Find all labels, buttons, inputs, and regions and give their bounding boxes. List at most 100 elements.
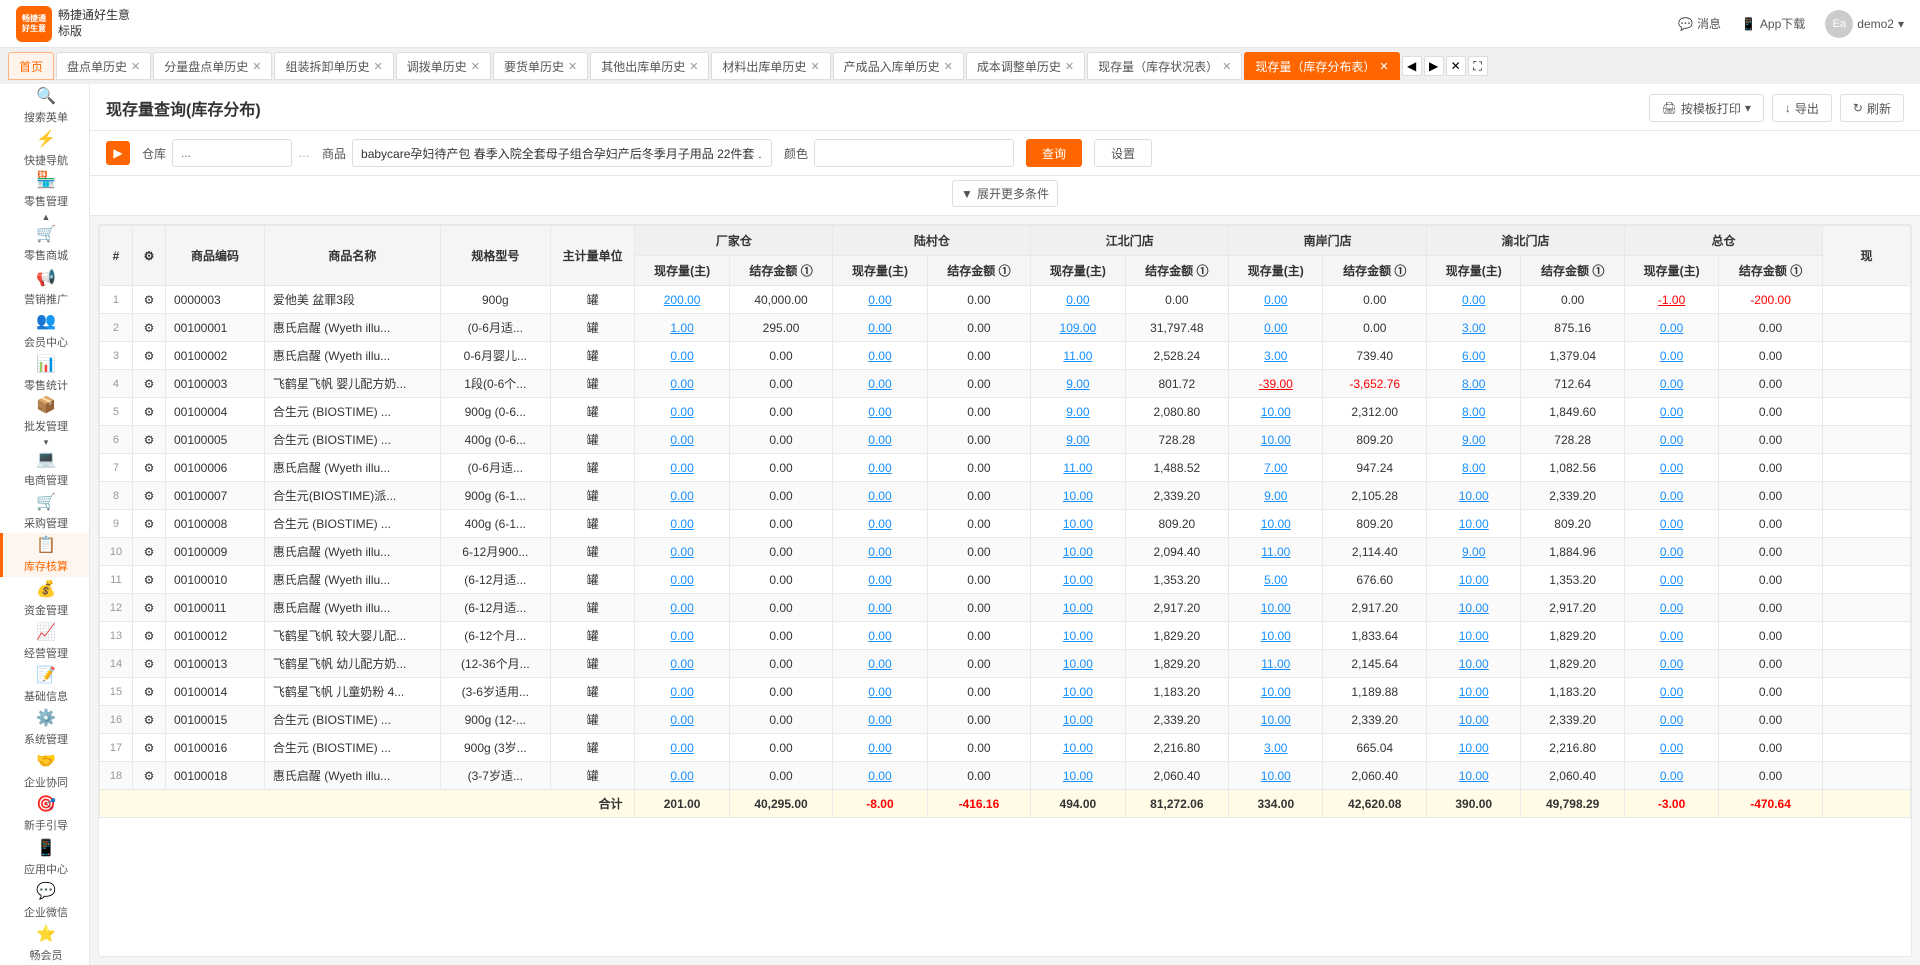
tab-home[interactable]: 首页 (8, 52, 54, 80)
row-jb-qty[interactable]: 9.00 (1031, 398, 1125, 426)
row-l-qty[interactable]: 0.00 (833, 482, 927, 510)
row-na-qty[interactable]: 3.00 (1229, 734, 1323, 762)
sidebar-item-search[interactable]: 🔍 搜索英单 (0, 84, 89, 127)
tab-7[interactable]: 材料出库单历史 ✕ (711, 52, 830, 80)
row-na-qty[interactable]: 0.00 (1229, 286, 1323, 314)
row-jb-qty[interactable]: 10.00 (1031, 594, 1125, 622)
row-gear[interactable]: ⚙ (132, 454, 165, 482)
row-f-qty[interactable]: 0.00 (635, 650, 729, 678)
row-t-qty[interactable]: 0.00 (1625, 398, 1719, 426)
row-gear[interactable]: ⚙ (132, 538, 165, 566)
row-na-qty[interactable]: 11.00 (1229, 650, 1323, 678)
row-f-qty[interactable]: 0.00 (635, 426, 729, 454)
sidebar-item-ecommerce[interactable]: 💻 电商管理 (0, 447, 89, 490)
tab-10[interactable]: 现存量（库存状况表） ✕ (1087, 52, 1242, 80)
row-l-qty[interactable]: 0.00 (833, 342, 927, 370)
tab-nav-prev[interactable]: ◀ (1402, 56, 1422, 76)
row-gear[interactable]: ⚙ (132, 650, 165, 678)
row-f-qty[interactable]: 0.00 (635, 398, 729, 426)
sidebar-item-wechat[interactable]: 💬 企业微信 (0, 879, 89, 922)
row-gear[interactable]: ⚙ (132, 370, 165, 398)
tab-close-2[interactable]: ✕ (252, 60, 261, 73)
tab-close-5[interactable]: ✕ (568, 60, 577, 73)
row-yb-qty[interactable]: 0.00 (1427, 286, 1521, 314)
user-menu[interactable]: Ea demo2 ▾ (1825, 10, 1904, 38)
sidebar-item-basic-info[interactable]: 📝 基础信息 (0, 663, 89, 706)
row-gear[interactable]: ⚙ (132, 510, 165, 538)
row-yb-qty[interactable]: 10.00 (1427, 762, 1521, 790)
row-t-qty[interactable]: -1.00 (1625, 286, 1719, 314)
tab-nav-close[interactable]: ✕ (1446, 56, 1466, 76)
row-f-qty[interactable]: 0.00 (635, 510, 729, 538)
sidebar-item-guide[interactable]: 🎯 新手引导 (0, 792, 89, 835)
row-gear[interactable]: ⚙ (132, 566, 165, 594)
row-yb-qty[interactable]: 10.00 (1427, 734, 1521, 762)
row-f-qty[interactable]: 0.00 (635, 370, 729, 398)
row-t-qty[interactable]: 0.00 (1625, 622, 1719, 650)
row-gear[interactable]: ⚙ (132, 622, 165, 650)
row-l-qty[interactable]: 0.00 (833, 734, 927, 762)
row-gear[interactable]: ⚙ (132, 314, 165, 342)
tab-close-3[interactable]: ✕ (374, 60, 383, 73)
row-na-qty[interactable]: 10.00 (1229, 678, 1323, 706)
row-gear[interactable]: ⚙ (132, 398, 165, 426)
warehouse-input[interactable] (172, 139, 292, 167)
row-t-qty[interactable]: 0.00 (1625, 426, 1719, 454)
row-f-qty[interactable]: 0.00 (635, 706, 729, 734)
tab-close-9[interactable]: ✕ (1065, 60, 1074, 73)
tab-2[interactable]: 分量盘点单历史 ✕ (153, 52, 272, 80)
row-t-qty[interactable]: 0.00 (1625, 566, 1719, 594)
row-l-qty[interactable]: 0.00 (833, 650, 927, 678)
row-na-qty[interactable]: 10.00 (1229, 510, 1323, 538)
row-l-qty[interactable]: 0.00 (833, 762, 927, 790)
row-gear[interactable]: ⚙ (132, 762, 165, 790)
row-na-qty[interactable]: 10.00 (1229, 594, 1323, 622)
row-na-qty[interactable]: 10.00 (1229, 762, 1323, 790)
sidebar-item-retail-stats[interactable]: 📊 零售统计 (0, 352, 89, 395)
row-l-qty[interactable]: 0.00 (833, 286, 927, 314)
row-t-qty[interactable]: 0.00 (1625, 482, 1719, 510)
row-yb-qty[interactable]: 10.00 (1427, 622, 1521, 650)
row-f-qty[interactable]: 0.00 (635, 622, 729, 650)
row-f-qty[interactable]: 0.00 (635, 482, 729, 510)
row-jb-qty[interactable]: 109.00 (1031, 314, 1125, 342)
row-yb-qty[interactable]: 10.00 (1427, 482, 1521, 510)
row-jb-qty[interactable]: 10.00 (1031, 734, 1125, 762)
row-t-qty[interactable]: 0.00 (1625, 650, 1719, 678)
row-gear[interactable]: ⚙ (132, 594, 165, 622)
row-f-qty[interactable]: 200.00 (635, 286, 729, 314)
row-gear[interactable]: ⚙ (132, 286, 165, 314)
settings-btn[interactable]: 设置 (1094, 139, 1152, 167)
row-yb-qty[interactable]: 10.00 (1427, 678, 1521, 706)
row-gear[interactable]: ⚙ (132, 706, 165, 734)
row-na-qty[interactable]: 9.00 (1229, 482, 1323, 510)
sidebar-item-purchase[interactable]: 🛒 采购管理 (0, 490, 89, 533)
row-f-qty[interactable]: 1.00 (635, 314, 729, 342)
row-jb-qty[interactable]: 10.00 (1031, 538, 1125, 566)
table-container[interactable]: # ⚙ 商品编码 商品名称 规格型号 主计量单位 厂家仓 陆村仓 江北门店 南岸… (98, 224, 1912, 957)
row-jb-qty[interactable]: 10.00 (1031, 510, 1125, 538)
row-yb-qty[interactable]: 8.00 (1427, 370, 1521, 398)
row-f-qty[interactable]: 0.00 (635, 566, 729, 594)
row-l-qty[interactable]: 0.00 (833, 706, 927, 734)
row-yb-qty[interactable]: 10.00 (1427, 706, 1521, 734)
tab-close-1[interactable]: ✕ (131, 60, 140, 73)
row-gear[interactable]: ⚙ (132, 426, 165, 454)
tab-1[interactable]: 盘点单历史 ✕ (56, 52, 151, 80)
row-l-qty[interactable]: 0.00 (833, 314, 927, 342)
row-l-qty[interactable]: 0.00 (833, 594, 927, 622)
row-f-qty[interactable]: 0.00 (635, 678, 729, 706)
row-f-qty[interactable]: 0.00 (635, 734, 729, 762)
tab-5[interactable]: 要货单历史 ✕ (493, 52, 588, 80)
row-t-qty[interactable]: 0.00 (1625, 454, 1719, 482)
row-jb-qty[interactable]: 9.00 (1031, 426, 1125, 454)
refresh-btn[interactable]: ↻ 刷新 (1840, 94, 1904, 122)
row-na-qty[interactable]: 10.00 (1229, 398, 1323, 426)
tab-4[interactable]: 调拨单历史 ✕ (396, 52, 491, 80)
row-yb-qty[interactable]: 9.00 (1427, 426, 1521, 454)
row-l-qty[interactable]: 0.00 (833, 622, 927, 650)
row-yb-qty[interactable]: 9.00 (1427, 538, 1521, 566)
row-jb-qty[interactable]: 10.00 (1031, 622, 1125, 650)
query-btn[interactable]: 查询 (1026, 139, 1082, 167)
row-f-qty[interactable]: 0.00 (635, 762, 729, 790)
